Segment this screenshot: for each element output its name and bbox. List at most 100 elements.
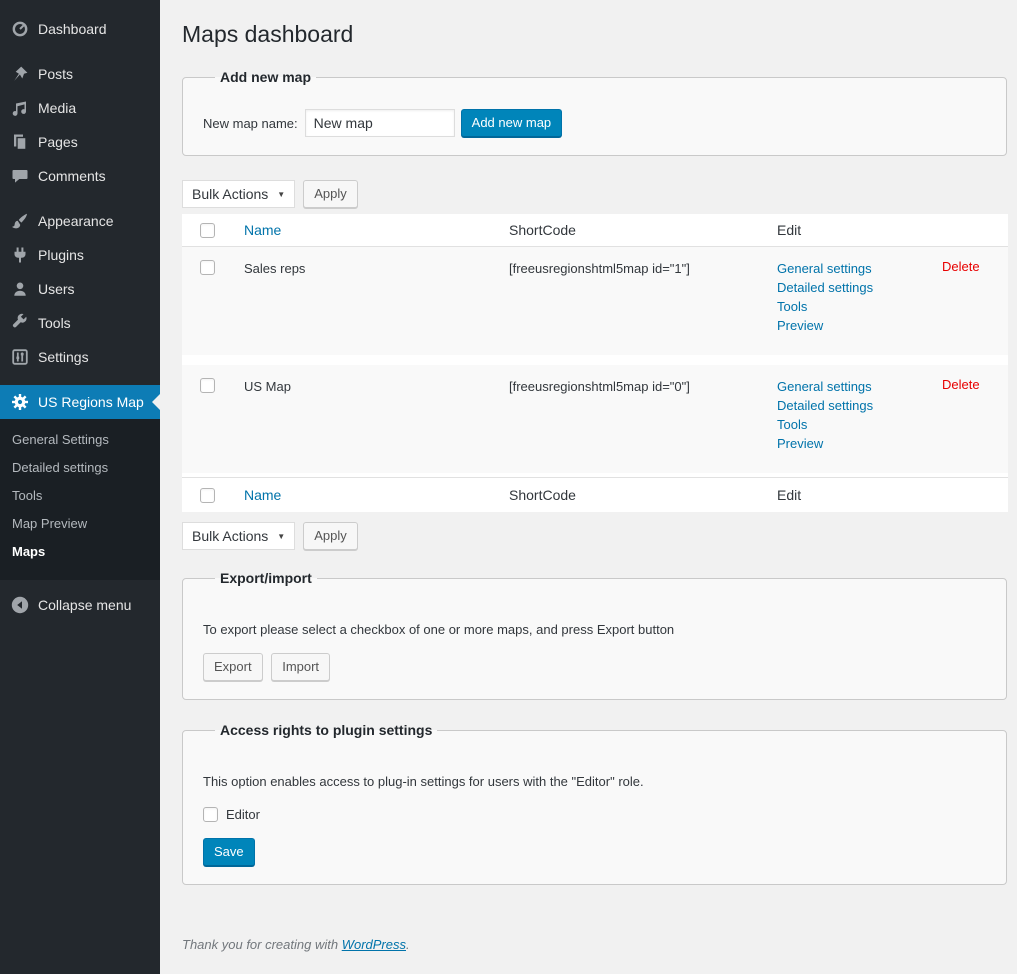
sidebar-item-label: Pages xyxy=(38,134,78,150)
sidebar-item-media[interactable]: Media xyxy=(0,91,160,125)
detailed-settings-link[interactable]: Detailed settings xyxy=(777,278,942,297)
submenu-item-map-preview[interactable]: Map Preview xyxy=(0,510,160,538)
export-import-buttons: Export Import xyxy=(203,653,986,681)
import-button[interactable]: Import xyxy=(271,653,331,681)
preview-link[interactable]: Preview xyxy=(777,434,942,453)
column-footer-name[interactable]: Name xyxy=(244,487,509,503)
wordpress-admin: Dashboard Posts Media Pages Comments App… xyxy=(0,0,1017,974)
submenu-item-maps[interactable]: Maps xyxy=(0,538,160,566)
editor-checkbox[interactable] xyxy=(203,807,218,822)
sidebar-item-posts[interactable]: Posts xyxy=(0,57,160,91)
submenu-item-tools[interactable]: Tools xyxy=(0,482,160,510)
submenu-item-general-settings[interactable]: General Settings xyxy=(0,426,160,454)
sidebar-item-label: Appearance xyxy=(38,213,114,229)
submenu-item-detailed-settings[interactable]: Detailed settings xyxy=(0,454,160,482)
bulk-actions-select[interactable]: Bulk Actions ▼ xyxy=(182,180,296,208)
save-button[interactable]: Save xyxy=(203,838,255,866)
admin-footer: Thank you for creating with WordPress. xyxy=(182,937,1007,952)
delete-link[interactable]: Delete xyxy=(942,259,1008,274)
general-settings-link[interactable]: General settings xyxy=(777,259,942,278)
us-regions-map-submenu: General Settings Detailed settings Tools… xyxy=(0,419,160,580)
media-icon xyxy=(10,98,30,118)
dashboard-icon xyxy=(10,19,30,39)
row-checkbox[interactable] xyxy=(200,378,215,393)
column-footer-shortcode: ShortCode xyxy=(509,487,576,503)
sidebar-item-tools[interactable]: Tools xyxy=(0,306,160,340)
collapse-menu-button[interactable]: Collapse menu xyxy=(0,588,160,622)
wrench-icon xyxy=(10,313,30,333)
admin-sidebar: Dashboard Posts Media Pages Comments App… xyxy=(0,0,160,974)
bulk-actions-selected-value: Bulk Actions xyxy=(192,186,269,202)
detailed-settings-link[interactable]: Detailed settings xyxy=(777,396,942,415)
bulk-actions-top: Bulk Actions ▼ Apply xyxy=(182,180,1007,208)
pages-icon xyxy=(10,132,30,152)
column-header-edit: Edit xyxy=(777,222,802,238)
chevron-down-icon: ▼ xyxy=(277,189,286,199)
bulk-actions-bottom: Bulk Actions ▼ Apply xyxy=(182,522,1007,550)
sidebar-item-appearance[interactable]: Appearance xyxy=(0,204,160,238)
gear-icon xyxy=(10,392,30,412)
sidebar-item-label: Users xyxy=(38,281,75,297)
table-header-row: Name ShortCode Edit xyxy=(182,214,1008,247)
edit-links: General settings Detailed settings Tools… xyxy=(777,377,942,453)
map-name: US Map xyxy=(244,379,291,394)
select-all-checkbox[interactable] xyxy=(200,488,215,503)
plugin-icon xyxy=(10,245,30,265)
user-icon xyxy=(10,279,30,299)
edit-links: General settings Detailed settings Tools… xyxy=(777,259,942,335)
table-row: US Map [freeusregionshtml5map id="0"] Ge… xyxy=(182,365,1008,473)
sidebar-item-us-regions-map[interactable]: US Regions Map xyxy=(0,385,160,419)
tools-link[interactable]: Tools xyxy=(777,415,942,434)
table-row: Sales reps [freeusregionshtml5map id="1"… xyxy=(182,247,1008,355)
sidebar-item-users[interactable]: Users xyxy=(0,272,160,306)
bulk-actions-selected-value: Bulk Actions xyxy=(192,528,269,544)
export-button[interactable]: Export xyxy=(203,653,263,681)
collapse-arrow-icon xyxy=(10,595,30,615)
sidebar-item-label: Settings xyxy=(38,349,89,365)
sidebar-item-plugins[interactable]: Plugins xyxy=(0,238,160,272)
access-rights-section: Access rights to plugin settings This op… xyxy=(182,722,1007,885)
select-all-checkbox[interactable] xyxy=(200,223,215,238)
menu-separator xyxy=(0,46,160,57)
add-new-map-button[interactable]: Add new map xyxy=(460,109,563,137)
comments-icon xyxy=(10,166,30,186)
general-settings-link[interactable]: General settings xyxy=(777,377,942,396)
sidebar-item-label: Dashboard xyxy=(38,21,107,37)
sidebar-item-pages[interactable]: Pages xyxy=(0,125,160,159)
map-name: Sales reps xyxy=(244,261,306,276)
sliders-icon xyxy=(10,347,30,367)
apply-button[interactable]: Apply xyxy=(303,180,358,208)
add-new-map-section: Add new map New map name: Add new map xyxy=(182,69,1007,156)
apply-button[interactable]: Apply xyxy=(303,522,358,550)
sidebar-item-comments[interactable]: Comments xyxy=(0,159,160,193)
export-import-section: Export/import To export please select a … xyxy=(182,570,1007,700)
sidebar-item-label: Tools xyxy=(38,315,71,331)
delete-link[interactable]: Delete xyxy=(942,377,1008,392)
add-new-map-form: New map name: Add new map xyxy=(203,109,986,137)
sidebar-item-label: Posts xyxy=(38,66,74,82)
new-map-name-label: New map name: xyxy=(203,115,298,131)
tools-link[interactable]: Tools xyxy=(777,297,942,316)
preview-link[interactable]: Preview xyxy=(777,316,942,335)
column-footer-edit: Edit xyxy=(777,487,802,503)
map-shortcode: [freeusregionshtml5map id="0"] xyxy=(509,379,690,394)
main-content: Maps dashboard Add new map New map name:… xyxy=(160,0,1017,972)
chevron-down-icon: ▼ xyxy=(277,531,286,541)
bulk-actions-select[interactable]: Bulk Actions ▼ xyxy=(182,522,296,550)
sidebar-item-settings[interactable]: Settings xyxy=(0,340,160,374)
export-import-legend: Export/import xyxy=(220,570,312,586)
maps-table: Name ShortCode Edit Sales reps [freeusre… xyxy=(182,214,1008,512)
map-shortcode: [freeusregionshtml5map id="1"] xyxy=(509,261,690,276)
wordpress-link[interactable]: WordPress xyxy=(342,937,406,952)
add-new-map-legend: Add new map xyxy=(220,69,312,85)
menu-separator xyxy=(0,374,160,385)
sidebar-item-label: Media xyxy=(38,100,77,116)
paintbrush-icon xyxy=(10,211,30,231)
collapse-menu-label: Collapse menu xyxy=(38,597,132,613)
new-map-name-input[interactable] xyxy=(304,109,455,137)
sidebar-item-label: Plugins xyxy=(38,247,84,263)
sidebar-item-label: Comments xyxy=(38,168,106,184)
sidebar-item-dashboard[interactable]: Dashboard xyxy=(0,12,160,46)
column-header-name[interactable]: Name xyxy=(244,222,509,238)
row-checkbox[interactable] xyxy=(200,260,215,275)
